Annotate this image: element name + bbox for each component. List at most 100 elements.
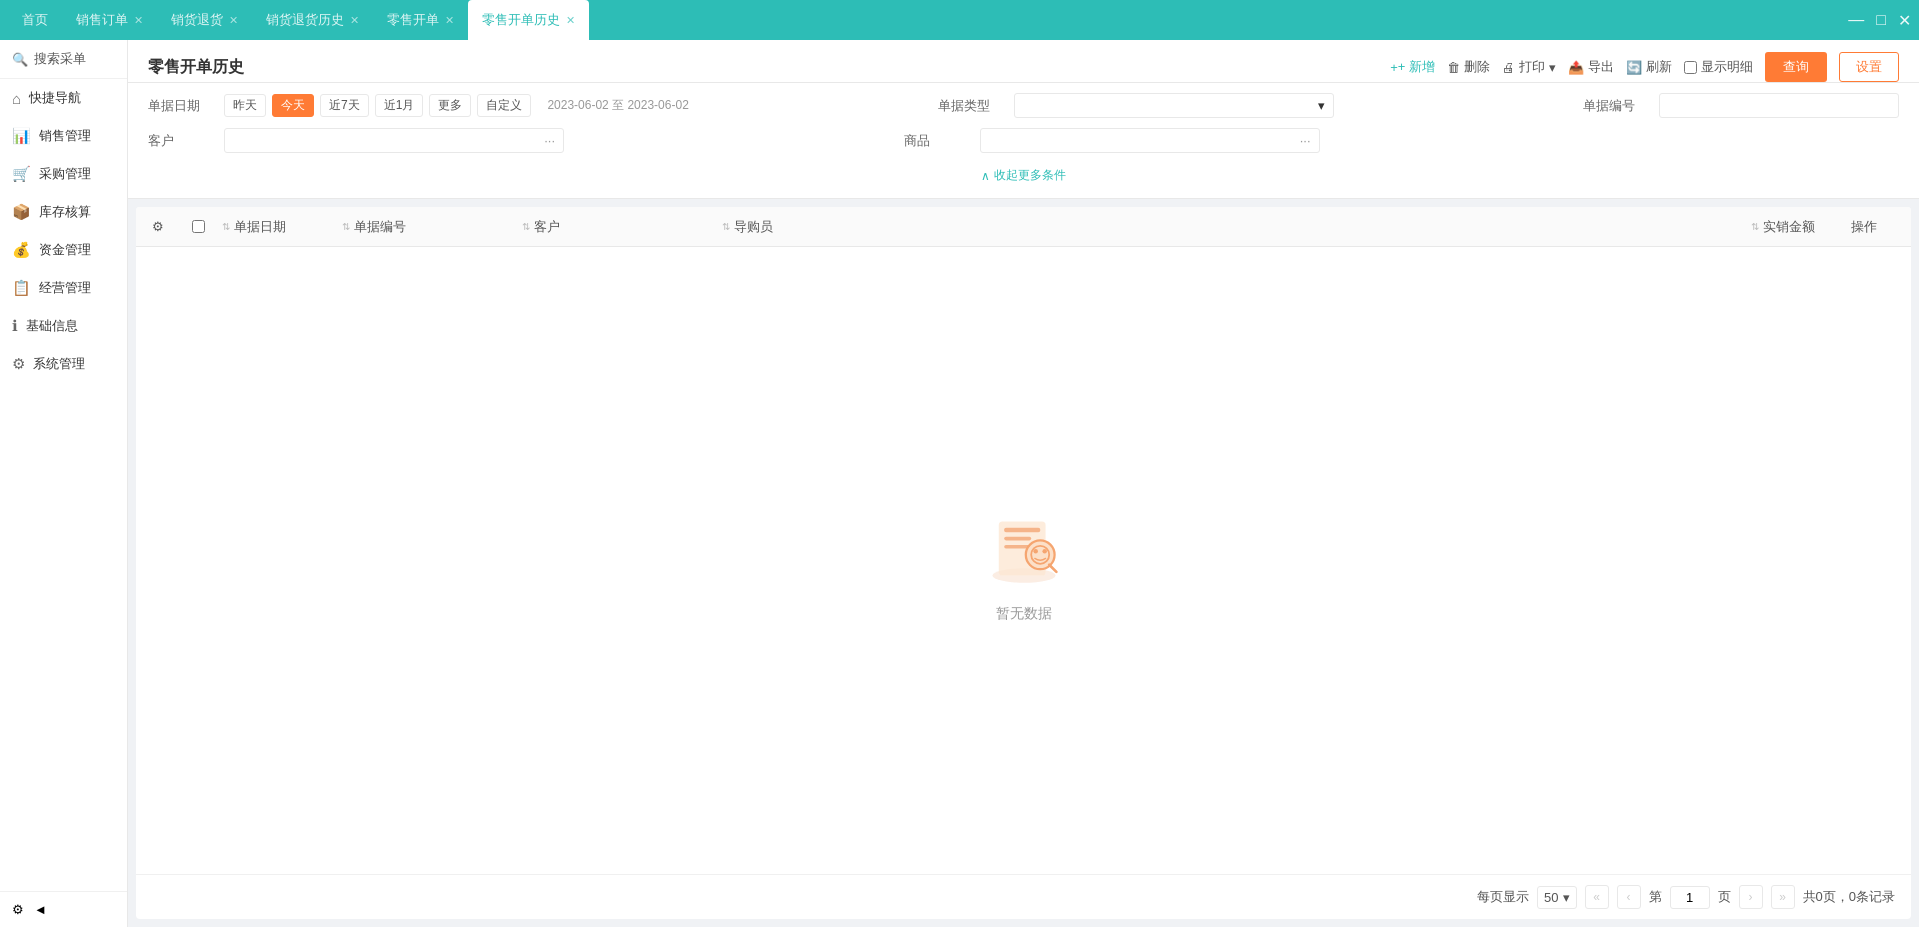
date-buttons: 昨天 今天 近7天 近1月 更多 自定义 <box>224 94 531 117</box>
th-check[interactable] <box>184 220 214 233</box>
svg-rect-3 <box>1004 536 1031 540</box>
total-label: 共0页，0条记录 <box>1803 888 1895 906</box>
table-container: ⚙ ⇅ 单据日期 ⇅ 单据编号 ⇅ 客户 ⇅ <box>136 207 1911 919</box>
th-settings[interactable]: ⚙ <box>144 219 184 234</box>
svg-point-9 <box>1042 548 1047 553</box>
num-filter-label: 单据编号 <box>1583 97 1643 115</box>
close-tab-retail-open[interactable]: ✕ <box>445 14 454 27</box>
minimize-button[interactable]: — <box>1848 11 1864 30</box>
type-filter-select[interactable]: ▾ <box>1014 93 1334 118</box>
toolbar: + + 新增 🗑 删除 🖨 打印 ▾ 📤 导出 🔄 <box>1390 52 1899 82</box>
show-detail-checkbox[interactable] <box>1684 61 1697 74</box>
goods-filter-label: 商品 <box>904 132 964 150</box>
sidebar-collapse-icon[interactable]: ◄ <box>34 902 47 917</box>
customer-filter-select[interactable]: ··· <box>224 128 564 153</box>
print-dropdown-icon[interactable]: ▾ <box>1549 60 1556 75</box>
sidebar: 🔍 搜索采单 ⌂ 快捷导航 📊 销售管理 🛒 采购管理 📦 库存核算 💰 资金管… <box>0 40 128 927</box>
next-page-button[interactable]: › <box>1739 885 1763 909</box>
goods-dots[interactable]: ··· <box>1300 133 1311 148</box>
finance-icon: 💰 <box>12 241 31 259</box>
page-title: 零售开单历史 <box>148 57 244 78</box>
window-controls: — □ ✕ <box>1848 11 1911 30</box>
per-page-select[interactable]: 50 ▾ <box>1537 886 1576 909</box>
sidebar-item-sys-mgmt[interactable]: ⚙ 系统管理 <box>0 345 127 383</box>
tab-retail-open[interactable]: 零售开单 ✕ <box>373 0 468 40</box>
filter-row-2: 客户 ··· 商品 ··· <box>148 128 1899 153</box>
page-label-before: 第 <box>1649 888 1662 906</box>
date-btn-custom[interactable]: 自定义 <box>477 94 531 117</box>
show-detail-checkbox-label[interactable]: 显示明细 <box>1684 58 1753 76</box>
empty-state: 暂无数据 <box>136 247 1911 874</box>
export-button[interactable]: 📤 导出 <box>1568 54 1614 80</box>
date-btn-more[interactable]: 更多 <box>429 94 471 117</box>
th-customer[interactable]: ⇅ 客户 <box>514 218 714 236</box>
query-button[interactable]: 查询 <box>1765 52 1827 82</box>
last-page-button[interactable]: » <box>1771 885 1795 909</box>
sidebar-item-inventory[interactable]: 📦 库存核算 <box>0 193 127 231</box>
date-btn-7days[interactable]: 近7天 <box>320 94 369 117</box>
sort-amount-icon: ⇅ <box>1751 221 1759 232</box>
refresh-button[interactable]: 🔄 刷新 <box>1626 54 1672 80</box>
close-tab-sales-order[interactable]: ✕ <box>134 14 143 27</box>
th-date[interactable]: ⇅ 单据日期 <box>214 218 334 236</box>
sidebar-item-quick-nav[interactable]: ⌂ 快捷导航 <box>0 79 127 117</box>
filter-row-1: 单据日期 昨天 今天 近7天 近1月 更多 自定义 2023-06-02 至 2… <box>148 93 1899 118</box>
sidebar-item-purchase-mgmt[interactable]: 🛒 采购管理 <box>0 155 127 193</box>
goods-filter-select[interactable]: ··· <box>980 128 1320 153</box>
th-num[interactable]: ⇅ 单据编号 <box>334 218 514 236</box>
date-btn-today[interactable]: 今天 <box>272 94 314 117</box>
close-tab-retail-open-history[interactable]: ✕ <box>566 14 575 27</box>
customer-dots[interactable]: ··· <box>544 133 555 148</box>
sort-num-icon: ⇅ <box>342 221 350 232</box>
content-area: 零售开单历史 + + 新增 🗑 删除 🖨 打印 ▾ 📤 导出 <box>128 40 1919 927</box>
maximize-button[interactable]: □ <box>1876 11 1886 30</box>
close-tab-sales-return-history[interactable]: ✕ <box>350 14 359 27</box>
sidebar-search[interactable]: 🔍 搜索采单 <box>0 40 127 79</box>
sort-date-icon: ⇅ <box>222 221 230 232</box>
tab-home[interactable]: 首页 <box>8 0 62 40</box>
select-all-checkbox[interactable] <box>192 220 205 233</box>
add-button[interactable]: + + 新增 <box>1390 54 1435 80</box>
th-action: 操作 <box>1843 218 1903 236</box>
date-btn-yesterday[interactable]: 昨天 <box>224 94 266 117</box>
main-layout: 🔍 搜索采单 ⌂ 快捷导航 📊 销售管理 🛒 采购管理 📦 库存核算 💰 资金管… <box>0 40 1919 927</box>
svg-point-8 <box>1033 548 1038 553</box>
collapse-button[interactable]: ∧ 收起更多条件 <box>148 163 1899 188</box>
delete-button[interactable]: 🗑 删除 <box>1447 54 1490 80</box>
next-icon: › <box>1749 890 1753 904</box>
operations-icon: 📋 <box>12 279 31 297</box>
page-header: 零售开单历史 + + 新增 🗑 删除 🖨 打印 ▾ 📤 导出 <box>128 40 1919 83</box>
prev-page-button[interactable]: ‹ <box>1617 885 1641 909</box>
tab-sales-return[interactable]: 销货退货 ✕ <box>157 0 252 40</box>
sidebar-item-finance[interactable]: 💰 资金管理 <box>0 231 127 269</box>
tab-retail-open-history[interactable]: 零售开单历史 ✕ <box>468 0 589 40</box>
per-page-value: 50 <box>1544 890 1558 905</box>
delete-icon: 🗑 <box>1447 60 1460 75</box>
tab-sales-order[interactable]: 销售订单 ✕ <box>62 0 157 40</box>
refresh-icon: 🔄 <box>1626 60 1642 75</box>
svg-rect-2 <box>1004 527 1040 532</box>
close-button[interactable]: ✕ <box>1898 11 1911 30</box>
close-tab-sales-return[interactable]: ✕ <box>229 14 238 27</box>
first-page-button[interactable]: « <box>1585 885 1609 909</box>
date-filter-label: 单据日期 <box>148 97 208 115</box>
page-label-after: 页 <box>1718 888 1731 906</box>
sys-icon: ⚙ <box>12 355 25 373</box>
empty-illustration <box>979 499 1069 589</box>
sidebar-item-basic-info[interactable]: ℹ 基础信息 <box>0 307 127 345</box>
page-number-input[interactable] <box>1670 886 1710 909</box>
table-header: ⚙ ⇅ 单据日期 ⇅ 单据编号 ⇅ 客户 ⇅ <box>136 207 1911 247</box>
settings-col-icon: ⚙ <box>152 219 164 234</box>
date-btn-1month[interactable]: 近1月 <box>375 94 424 117</box>
sidebar-bottom: ⚙ ◄ <box>0 891 127 927</box>
tab-sales-return-history[interactable]: 销货退货历史 ✕ <box>252 0 373 40</box>
num-filter-input[interactable] <box>1659 93 1899 118</box>
th-guide[interactable]: ⇅ 导购员 <box>714 218 834 236</box>
th-amount[interactable]: ⇅ 实销金额 <box>1743 218 1843 236</box>
sidebar-settings-icon[interactable]: ⚙ <box>12 902 24 917</box>
settings-button[interactable]: 设置 <box>1839 52 1899 82</box>
print-button[interactable]: 🖨 打印 ▾ <box>1502 54 1556 80</box>
sidebar-item-operations[interactable]: 📋 经营管理 <box>0 269 127 307</box>
sidebar-item-sales-mgmt[interactable]: 📊 销售管理 <box>0 117 127 155</box>
search-icon: 🔍 <box>12 52 28 67</box>
